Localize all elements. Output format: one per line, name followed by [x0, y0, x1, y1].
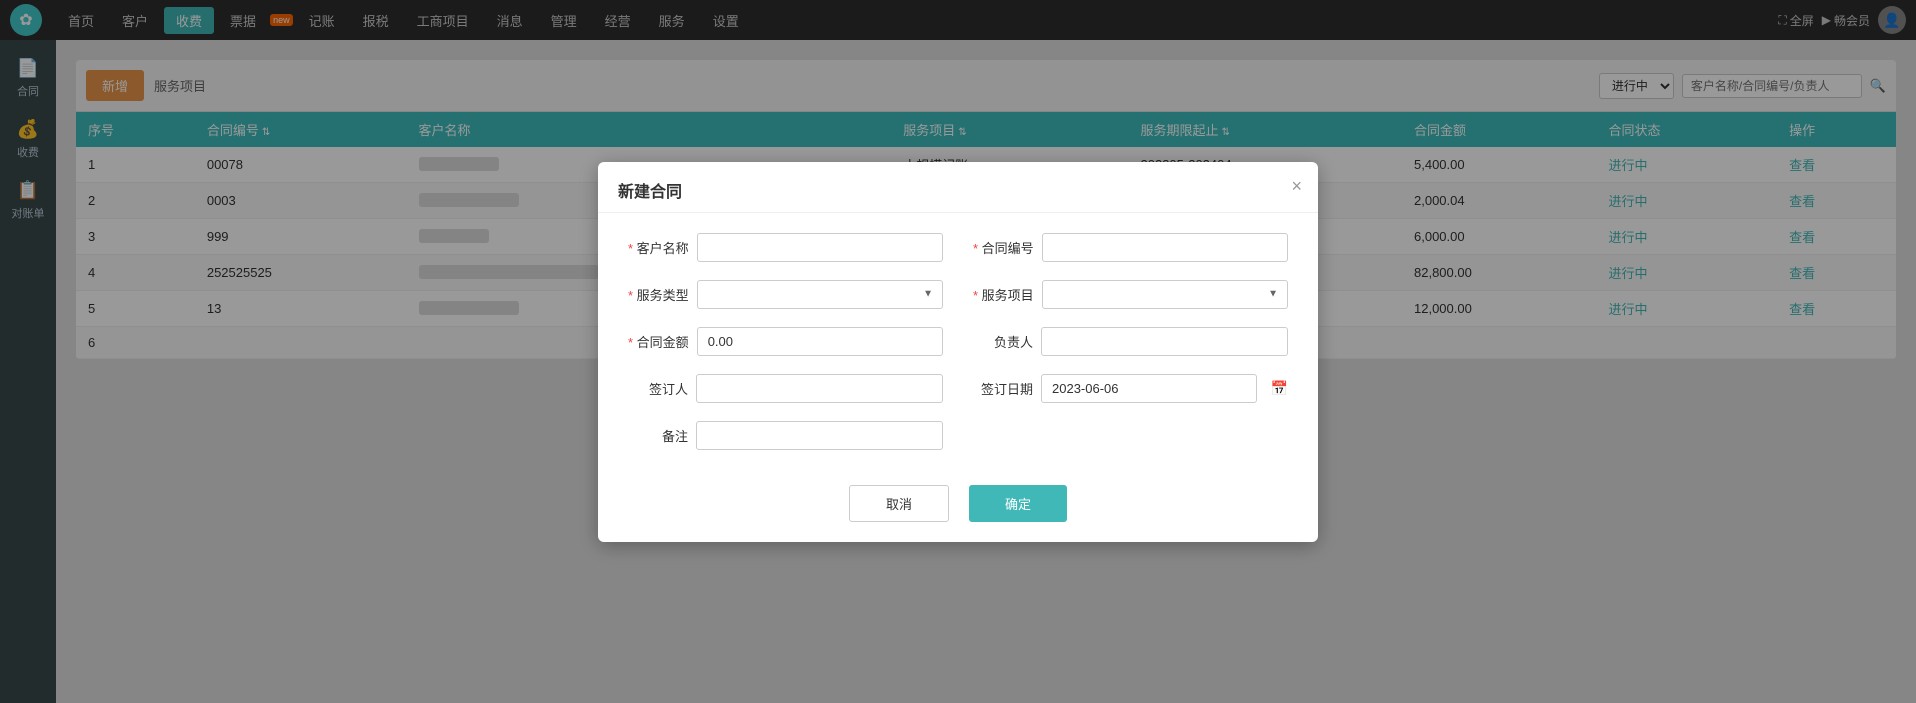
- label-remark: 备注: [628, 426, 688, 445]
- main-wrapper: 📄 合同 💰 收费 📋 对账单 新增 服务项目 进行中 已完成 已终止: [0, 40, 1916, 703]
- input-remark[interactable]: [696, 421, 943, 450]
- service-item-select-wrapper: [1042, 280, 1288, 309]
- label-service-type: 服务类型: [628, 285, 689, 304]
- calendar-icon[interactable]: 📅: [1271, 380, 1288, 397]
- content-area: 新增 服务项目 进行中 已完成 已终止 🔍 序号 合同编: [56, 40, 1916, 703]
- input-contract-no[interactable]: [1042, 233, 1288, 262]
- label-responsible: 负责人: [973, 332, 1033, 351]
- label-client-name: 客户名称: [628, 238, 689, 257]
- field-sign-date: 签订日期 📅: [973, 374, 1288, 403]
- form-row-4: 签订人 签订日期 📅: [628, 374, 1288, 403]
- label-signer: 签订人: [628, 379, 688, 398]
- modal-header: 新建合同 ×: [598, 162, 1318, 213]
- select-service-item[interactable]: [1042, 280, 1288, 309]
- service-type-select-wrapper: [697, 280, 943, 309]
- form-row-2: 服务类型 服务项目: [628, 280, 1288, 309]
- label-service-item: 服务项目: [973, 285, 1034, 304]
- field-service-item: 服务项目: [973, 280, 1288, 309]
- input-signer[interactable]: [696, 374, 943, 403]
- label-contract-amount: 合同金额: [628, 332, 689, 351]
- input-responsible[interactable]: [1041, 327, 1288, 356]
- form-row-1: 客户名称 合同编号: [628, 233, 1288, 262]
- field-signer: 签订人: [628, 374, 943, 403]
- input-client-name[interactable]: [697, 233, 943, 262]
- select-service-type[interactable]: [697, 280, 943, 309]
- form-row-5: 备注: [628, 421, 1288, 450]
- field-client-name: 客户名称: [628, 233, 943, 262]
- field-contract-no: 合同编号: [973, 233, 1288, 262]
- input-sign-date[interactable]: [1041, 374, 1257, 403]
- label-contract-no: 合同编号: [973, 238, 1034, 257]
- modal-close-button[interactable]: ×: [1291, 176, 1302, 197]
- field-service-type: 服务类型: [628, 280, 943, 309]
- new-contract-modal: 新建合同 × 客户名称 合同编号: [598, 162, 1318, 542]
- form-row-3: 合同金额 负责人: [628, 327, 1288, 356]
- field-responsible: 负责人: [973, 327, 1288, 356]
- cancel-button[interactable]: 取消: [849, 485, 949, 522]
- field-remark: 备注: [628, 421, 943, 450]
- modal-overlay[interactable]: 新建合同 × 客户名称 合同编号: [56, 40, 1916, 703]
- input-contract-amount[interactable]: [697, 327, 943, 356]
- confirm-button[interactable]: 确定: [969, 485, 1067, 522]
- modal-title: 新建合同: [618, 184, 682, 201]
- modal-body: 客户名称 合同编号 服务类型: [598, 213, 1318, 470]
- modal-footer: 取消 确定: [598, 470, 1318, 542]
- field-contract-amount: 合同金额: [628, 327, 943, 356]
- label-sign-date: 签订日期: [973, 379, 1033, 398]
